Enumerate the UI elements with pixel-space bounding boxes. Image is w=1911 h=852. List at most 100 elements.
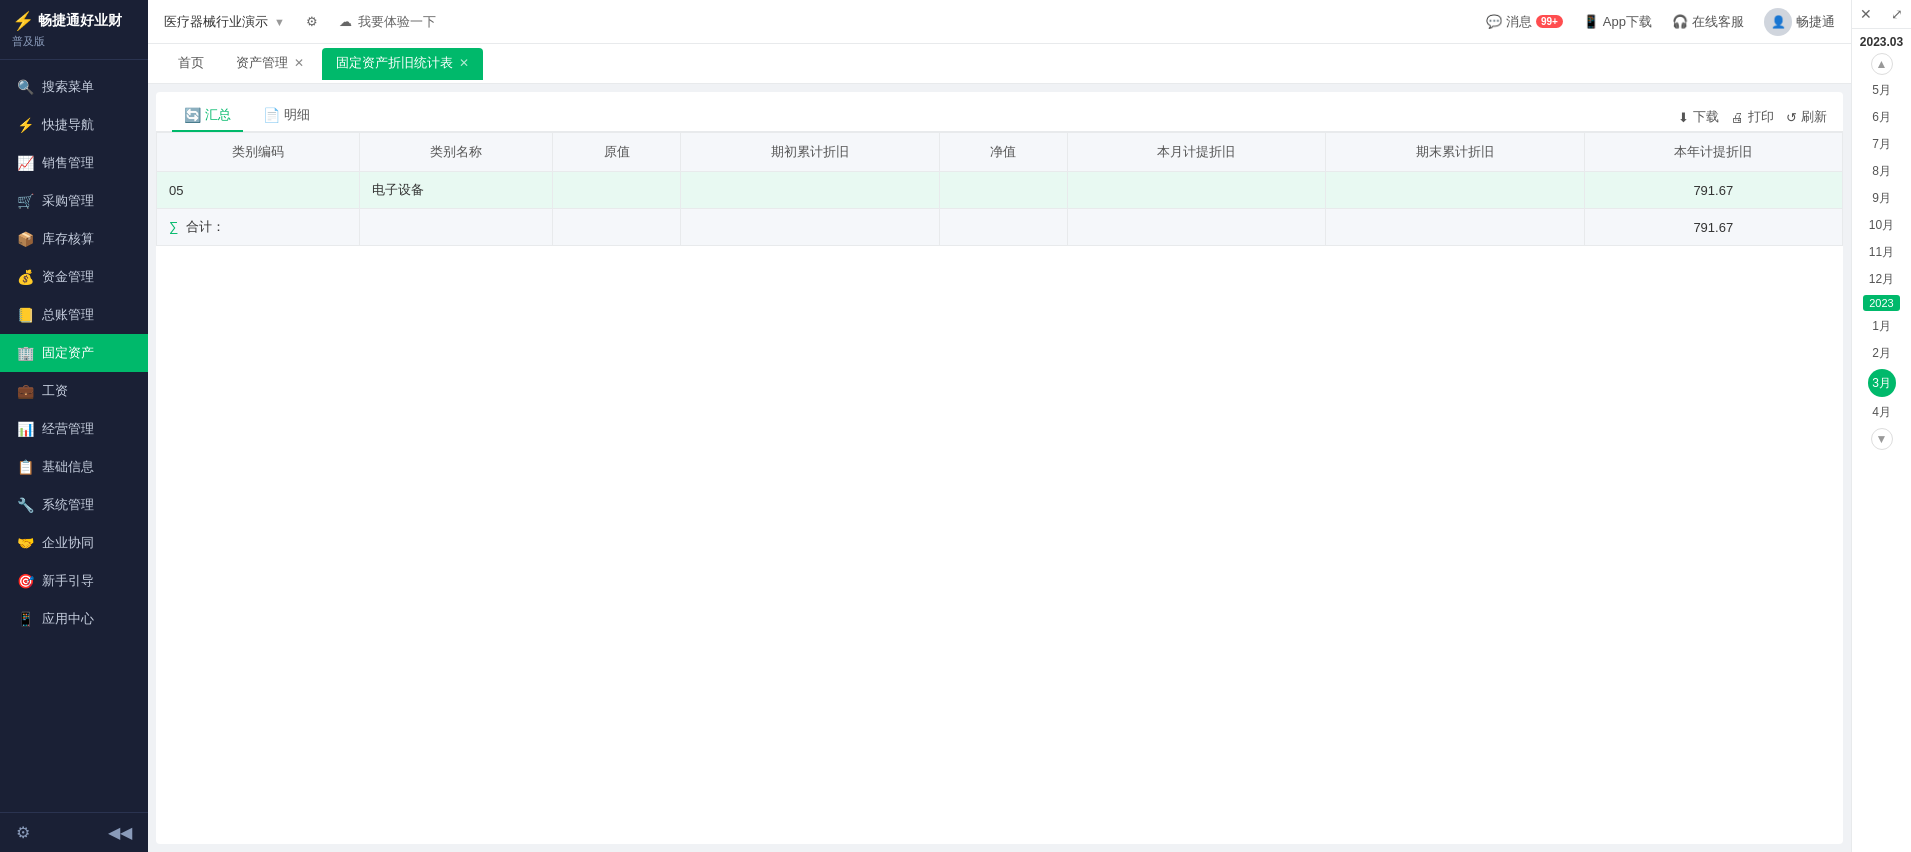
- next-year-button[interactable]: ▼: [1871, 428, 1893, 450]
- refresh-button[interactable]: ↺ 刷新: [1786, 108, 1827, 126]
- user-name: 畅捷通: [1796, 13, 1835, 31]
- month-item[interactable]: 6月: [1852, 104, 1911, 131]
- close-panel-button[interactable]: ✕: [1858, 4, 1874, 24]
- month-item[interactable]: 7月: [1852, 131, 1911, 158]
- print-icon: 🖨: [1731, 110, 1744, 125]
- search-icon: 🔍: [16, 78, 34, 96]
- tab-home-label: 首页: [178, 54, 204, 72]
- month-item[interactable]: 5月: [1852, 77, 1911, 104]
- message-icon: 💬: [1486, 14, 1502, 29]
- sidebar-item-label: 经营管理: [42, 420, 94, 438]
- collab-icon: 🤝: [16, 534, 34, 552]
- download-label: 下载: [1693, 108, 1719, 126]
- detail-icon: 📄: [263, 107, 280, 123]
- sidebar-item-search[interactable]: 🔍 搜索菜单: [0, 68, 148, 106]
- sidebar-collapse-button[interactable]: ◀◀: [108, 823, 132, 842]
- company-name: 医疗器械行业演示: [164, 13, 268, 31]
- sidebar-item-label: 采购管理: [42, 192, 94, 210]
- sidebar-bottom: ⚙ ◀◀: [0, 812, 148, 852]
- table-area: 类别编码 类别名称 原值 期初累计折旧 净值 本月计提折旧 期末累计折旧 本年计…: [156, 132, 1843, 844]
- sidebar-item-quicknav[interactable]: ⚡ 快捷导航: [0, 106, 148, 144]
- header-settings-button[interactable]: ⚙: [297, 7, 327, 37]
- avatar: 👤: [1764, 8, 1792, 36]
- sidebar-item-label: 应用中心: [42, 610, 94, 628]
- cell-ending-accum: [1326, 172, 1584, 209]
- operations-icon: 📊: [16, 420, 34, 438]
- fixedasset-icon: 🏢: [16, 344, 34, 362]
- month-item[interactable]: 2月: [1852, 340, 1911, 367]
- sidebar-item-purchase[interactable]: 🛒 采购管理: [0, 182, 148, 220]
- sub-tab-summary[interactable]: 🔄 汇总: [172, 100, 243, 132]
- prev-year-button[interactable]: ▲: [1871, 53, 1893, 75]
- app-version: 普及版: [12, 34, 45, 49]
- sidebar-item-inventory[interactable]: 📦 库存核算: [0, 220, 148, 258]
- sidebar-item-label: 基础信息: [42, 458, 94, 476]
- sidebar-nav: 🔍 搜索菜单 ⚡ 快捷导航 📈 销售管理 🛒 采购管理 📦 库存核算 💰 资金管…: [0, 60, 148, 812]
- sidebar-item-appcenter[interactable]: 📱 应用中心: [0, 600, 148, 638]
- sidebar-item-fixedasset[interactable]: 🏢 固定资产: [0, 334, 148, 372]
- month-item[interactable]: 8月: [1852, 158, 1911, 185]
- sum-icon: ∑: [169, 219, 178, 234]
- page-container: 🔄 汇总 📄 明细 ⬇ 下载 🖨 打印 ↺ 刷新: [156, 92, 1843, 844]
- col-ytd-depreciation: 本年计提折旧: [1584, 133, 1842, 172]
- current-month-item[interactable]: 3月: [1852, 367, 1911, 399]
- app-download-button[interactable]: 📱 App下载: [1583, 13, 1652, 31]
- sidebar-logo: ⚡ 畅捷通好业财 普及版: [0, 0, 148, 60]
- user-menu[interactable]: 👤 畅捷通: [1764, 8, 1835, 36]
- print-label: 打印: [1748, 108, 1774, 126]
- sidebar-item-label: 快捷导航: [42, 116, 94, 134]
- download-button[interactable]: ⬇ 下载: [1678, 108, 1719, 126]
- col-ending-accum: 期末累计折旧: [1326, 133, 1584, 172]
- col-category-code: 类别编码: [157, 133, 360, 172]
- month-item[interactable]: 10月: [1852, 212, 1911, 239]
- tab-home[interactable]: 首页: [164, 48, 218, 80]
- right-panel-header: ✕ ⤢: [1852, 0, 1911, 29]
- experience-button[interactable]: ☁ 我要体验一下: [339, 13, 436, 31]
- customer-service-button[interactable]: 🎧 在线客服: [1672, 13, 1744, 31]
- sidebar-item-label: 系统管理: [42, 496, 94, 514]
- sidebar-settings-button[interactable]: ⚙: [16, 823, 30, 842]
- total-ytd-depreciation: 791.67: [1584, 209, 1842, 246]
- main-content: 医疗器械行业演示 ▼ ⚙ ☁ 我要体验一下 💬 消息 99+ 📱 App下载 🎧…: [148, 0, 1851, 852]
- col-original-value: 原值: [553, 133, 681, 172]
- sidebar-item-label: 工资: [42, 382, 68, 400]
- sidebar-item-system[interactable]: 🔧 系统管理: [0, 486, 148, 524]
- col-net-value: 净值: [939, 133, 1067, 172]
- notifications-button[interactable]: 💬 消息 99+: [1486, 13, 1563, 31]
- sub-tab-detail[interactable]: 📄 明细: [251, 100, 322, 132]
- tab-depreciation[interactable]: 固定资产折旧统计表 ✕: [322, 48, 483, 80]
- sidebar-item-finance[interactable]: 💰 资金管理: [0, 258, 148, 296]
- cell-category-name: 电子设备: [360, 172, 553, 209]
- month-item[interactable]: 4月: [1852, 399, 1911, 426]
- chevron-down-icon: ▼: [274, 16, 285, 28]
- sidebar: ⚡ 畅捷通好业财 普及版 🔍 搜索菜单 ⚡ 快捷导航 📈 销售管理 🛒 采购管理…: [0, 0, 148, 852]
- sidebar-item-label: 库存核算: [42, 230, 94, 248]
- finance-icon: 💰: [16, 268, 34, 286]
- print-button[interactable]: 🖨 打印: [1731, 108, 1774, 126]
- sidebar-item-label: 资金管理: [42, 268, 94, 286]
- sidebar-item-guide[interactable]: 🎯 新手引导: [0, 562, 148, 600]
- sidebar-item-basicinfo[interactable]: 📋 基础信息: [0, 448, 148, 486]
- month-item[interactable]: 9月: [1852, 185, 1911, 212]
- notifications-label: 消息: [1506, 13, 1532, 31]
- sidebar-item-ledger[interactable]: 📒 总账管理: [0, 296, 148, 334]
- close-icon[interactable]: ✕: [459, 56, 469, 70]
- sidebar-item-payroll[interactable]: 💼 工资: [0, 372, 148, 410]
- month-item[interactable]: 1月: [1852, 313, 1911, 340]
- sidebar-item-collab[interactable]: 🤝 企业协同: [0, 524, 148, 562]
- sidebar-item-label: 新手引导: [42, 572, 94, 590]
- month-item[interactable]: 11月: [1852, 239, 1911, 266]
- ledger-icon: 📒: [16, 306, 34, 324]
- sidebar-item-label: 总账管理: [42, 306, 94, 324]
- quicknav-icon: ⚡: [16, 116, 34, 134]
- cell-ytd-depreciation: 791.67: [1584, 172, 1842, 209]
- sidebar-item-sales[interactable]: 📈 销售管理: [0, 144, 148, 182]
- tab-asset-mgmt[interactable]: 资产管理 ✕: [222, 48, 318, 80]
- close-icon[interactable]: ✕: [294, 56, 304, 70]
- expand-panel-button[interactable]: ⤢: [1889, 4, 1905, 24]
- payroll-icon: 💼: [16, 382, 34, 400]
- month-item[interactable]: 12月: [1852, 266, 1911, 293]
- service-icon: 🎧: [1672, 14, 1688, 29]
- company-selector[interactable]: 医疗器械行业演示 ▼: [164, 13, 285, 31]
- sidebar-item-operations[interactable]: 📊 经营管理: [0, 410, 148, 448]
